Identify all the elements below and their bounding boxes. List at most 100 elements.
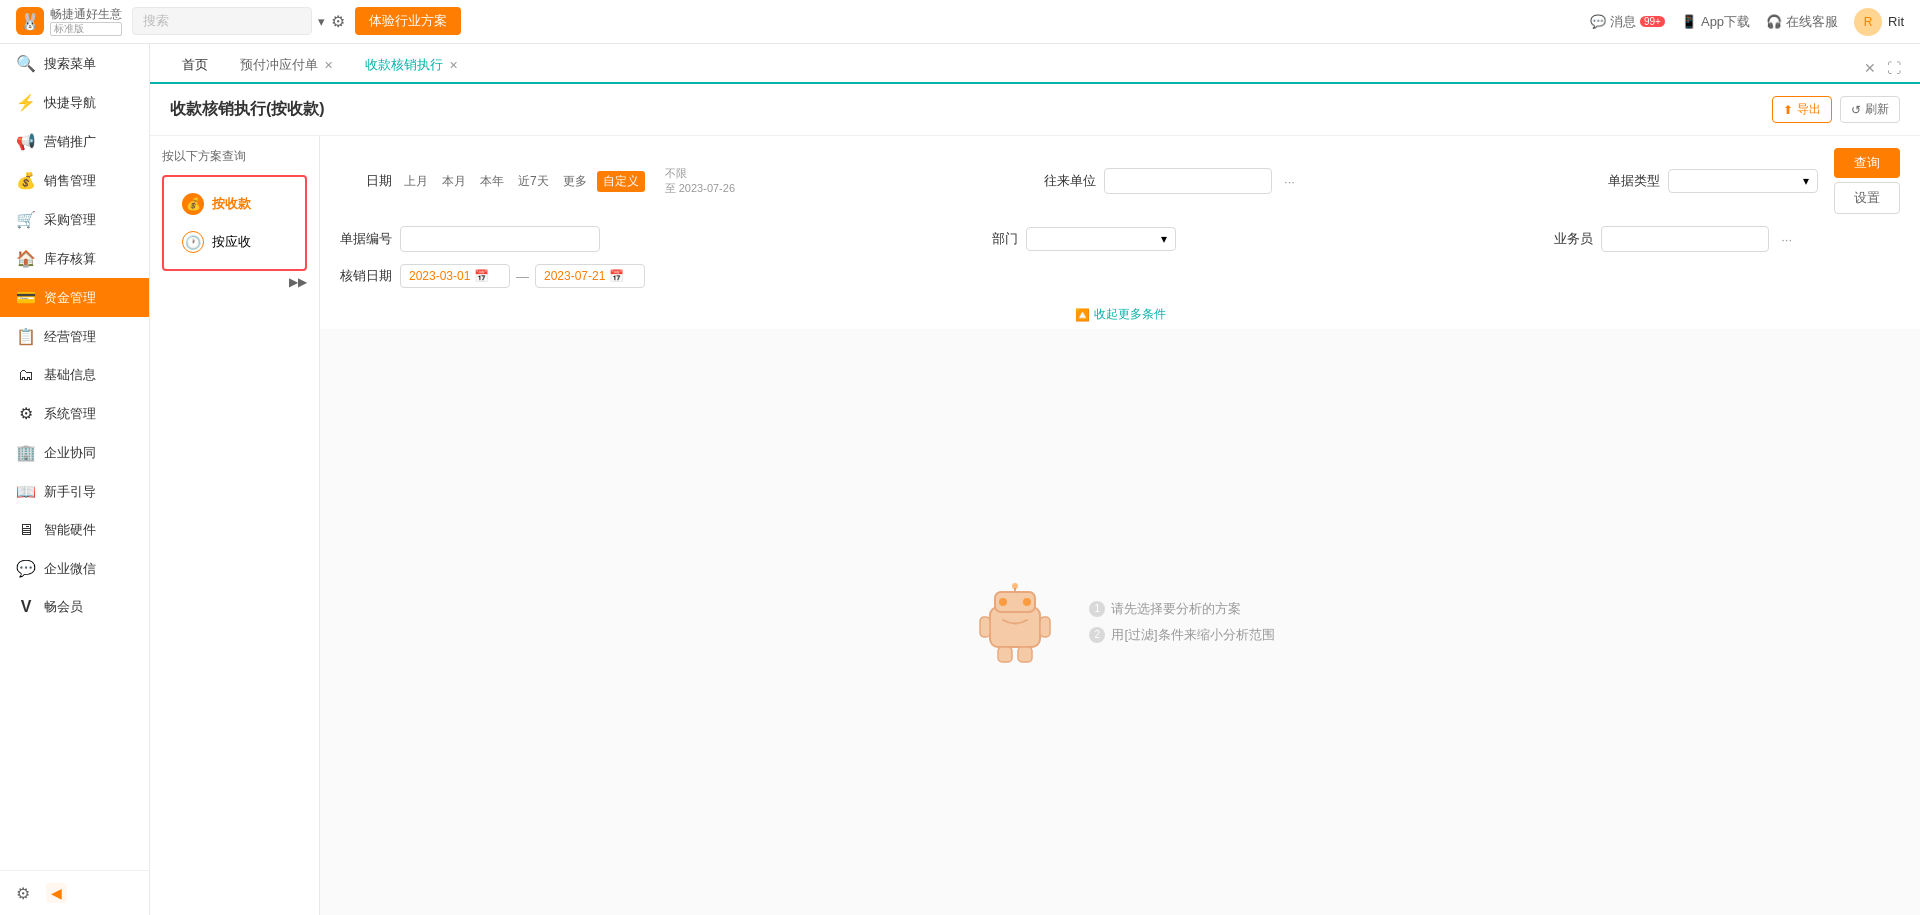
- filter-group-counterpart: 往来单位 ···: [1044, 168, 1299, 194]
- top-bar: 🐰 畅捷通好生意 标准版 搜索 ▾ ⚙ 体验行业方案 💬 消息 99+ 📱 Ap…: [0, 0, 1920, 44]
- sidebar-item-system[interactable]: ⚙ 系统管理: [0, 394, 149, 433]
- sidebar-item-management[interactable]: 📋 经营管理: [0, 317, 149, 356]
- query-btn-group: 查询 设置: [1834, 148, 1900, 214]
- guide-icon: 📖: [16, 482, 36, 501]
- search-input[interactable]: 搜索: [132, 7, 312, 35]
- settings-btn[interactable]: 设置: [1834, 182, 1900, 214]
- maximize-window-icon[interactable]: ⛶: [1884, 58, 1904, 78]
- page-actions: ⬆ 导出 ↺ 刷新: [1772, 96, 1900, 123]
- svg-point-3: [1023, 598, 1031, 606]
- top-bar-left: 🐰 畅捷通好生意 标准版 搜索 ▾ ⚙ 体验行业方案: [16, 7, 461, 35]
- marketing-icon: 📢: [16, 132, 36, 151]
- doctype-select[interactable]: ▾: [1668, 169, 1818, 193]
- finance-icon: 💳: [16, 288, 36, 307]
- docno-input[interactable]: [400, 226, 600, 252]
- sidebar-collapse-btn[interactable]: ◀: [46, 883, 67, 903]
- date-custom[interactable]: 自定义: [597, 171, 645, 192]
- calendar-end-icon: 📅: [609, 269, 624, 283]
- chevron-down-icon[interactable]: ▾: [318, 14, 325, 29]
- sidebar-item-search[interactable]: 🔍 搜索菜单: [0, 44, 149, 83]
- user-area: R Rit: [1854, 8, 1904, 36]
- staff-input[interactable]: [1601, 226, 1769, 252]
- panel-item-by-receipt[interactable]: 💰 按收款: [172, 185, 297, 223]
- filter-group-staff: 业务员 ···: [1541, 226, 1796, 252]
- sidebar-item-purchase[interactable]: 🛒 采购管理: [0, 200, 149, 239]
- sidebar-item-basic-info[interactable]: 🗂 基础信息: [0, 356, 149, 394]
- sidebar-settings-icon[interactable]: ⚙: [16, 884, 30, 903]
- date-last-month[interactable]: 上月: [400, 171, 432, 192]
- tab-controls: ✕ ⛶: [1860, 58, 1904, 82]
- sidebar: 🔍 搜索菜单 ⚡ 快捷导航 📢 营销推广 💰 销售管理 🛒 采购管理 🏠 库存核…: [0, 44, 150, 915]
- refresh-btn[interactable]: ↺ 刷新: [1840, 96, 1900, 123]
- content-area: 首页 预付冲应付单 ✕ 收款核销执行 ✕ ✕ ⛶ 收款核销执行(按收款) ⬆ 导…: [150, 44, 1920, 915]
- collapse-btn[interactable]: 🔼 收起更多条件: [340, 300, 1900, 329]
- dept-select[interactable]: ▾: [1026, 227, 1176, 251]
- sidebar-item-finance[interactable]: 💳 资金管理: [0, 278, 149, 317]
- date-this-year[interactable]: 本年: [476, 171, 508, 192]
- date-7days[interactable]: 近7天: [514, 171, 553, 192]
- tab-prepay-close[interactable]: ✕: [324, 59, 333, 72]
- verify-date-start[interactable]: 2023-03-01 📅: [400, 264, 510, 288]
- empty-tip-2: 2 用[过滤]条件来缩小分析范围: [1089, 622, 1274, 648]
- counterpart-dots[interactable]: ···: [1280, 174, 1299, 189]
- tab-payment-verify-close[interactable]: ✕: [449, 59, 458, 72]
- wechat-icon: 💬: [16, 559, 36, 578]
- collapse-up-icon: 🔼: [1075, 308, 1090, 322]
- app-download-btn[interactable]: 📱 App下载: [1681, 13, 1750, 31]
- dept-chevron-icon: ▾: [1161, 232, 1167, 246]
- filter-row-2: 单据编号 部门 ▾ 业务员: [340, 226, 1900, 264]
- svg-rect-8: [998, 647, 1012, 662]
- tab-home[interactable]: 首页: [166, 48, 224, 82]
- settings-gear-icon[interactable]: ⚙: [331, 12, 345, 31]
- logo-name: 畅捷通好生意: [50, 7, 122, 21]
- management-icon: 📋: [16, 327, 36, 346]
- sidebar-item-wechat[interactable]: 💬 企业微信: [0, 549, 149, 588]
- svg-point-2: [999, 598, 1007, 606]
- panel-item-by-receivable[interactable]: 🕐 按应收: [172, 223, 297, 261]
- sidebar-item-marketing[interactable]: 📢 营销推广: [0, 122, 149, 161]
- industry-btn[interactable]: 体验行业方案: [355, 7, 461, 35]
- user-name: Rit: [1888, 14, 1904, 29]
- tab-bar: 首页 预付冲应付单 ✕ 收款核销执行 ✕ ✕ ⛶: [150, 44, 1920, 84]
- sidebar-bottom: ⚙ ◀: [0, 870, 149, 915]
- search-area: 搜索 ▾ ⚙: [132, 7, 345, 35]
- tab-payment-verify[interactable]: 收款核销执行 ✕: [349, 48, 474, 84]
- top-right-area: 💬 消息 99+ 📱 App下载 🎧 在线客服 R Rit: [1590, 8, 1904, 36]
- sidebar-item-quick-nav[interactable]: ⚡ 快捷导航: [0, 83, 149, 122]
- date-this-month[interactable]: 本月: [438, 171, 470, 192]
- verify-date-end[interactable]: 2023-07-21 📅: [535, 264, 645, 288]
- sales-icon: 💰: [16, 171, 36, 190]
- sidebar-item-enterprise[interactable]: 🏢 企业协同: [0, 433, 149, 472]
- online-service-btn[interactable]: 🎧 在线客服: [1766, 13, 1838, 31]
- filter-group-verify-date: 核销日期 2023-03-01 📅 — 2023-07-21 📅: [340, 264, 645, 288]
- message-btn[interactable]: 💬 消息 99+: [1590, 13, 1665, 31]
- sidebar-item-sales[interactable]: 💰 销售管理: [0, 161, 149, 200]
- date-more[interactable]: 更多: [559, 171, 591, 192]
- tab-prepay[interactable]: 预付冲应付单 ✕: [224, 48, 349, 82]
- export-btn[interactable]: ⬆ 导出: [1772, 96, 1832, 123]
- system-icon: ⚙: [16, 404, 36, 423]
- download-icon: 📱: [1681, 14, 1697, 29]
- counterpart-input[interactable]: [1104, 168, 1272, 194]
- close-window-icon[interactable]: ✕: [1860, 58, 1880, 78]
- sidebar-item-guide[interactable]: 📖 新手引导: [0, 472, 149, 511]
- query-btn[interactable]: 查询: [1834, 148, 1900, 178]
- sidebar-item-member[interactable]: V 畅会员: [0, 588, 149, 626]
- basic-info-icon: 🗂: [16, 366, 36, 384]
- left-panel-title: 按以下方案查询: [162, 148, 307, 165]
- svg-rect-6: [980, 617, 990, 637]
- empty-tips: 1 请先选择要分析的方案 2 用[过滤]条件来缩小分析范围: [1089, 596, 1274, 648]
- filter-row-3: 核销日期 2023-03-01 📅 — 2023-07-21 📅: [340, 264, 1900, 300]
- staff-dots[interactable]: ···: [1777, 232, 1796, 247]
- verify-date-label: 核销日期: [340, 267, 392, 285]
- filter-panel-container: 按以下方案查询 💰 按收款 🕐 按应收 ▶▶: [150, 136, 1920, 915]
- hardware-icon: 🖥: [16, 521, 36, 539]
- sidebar-item-inventory[interactable]: 🏠 库存核算: [0, 239, 149, 278]
- app-logo: 🐰 畅捷通好生意 标准版: [16, 7, 122, 35]
- page-title: 收款核销执行(按收款): [170, 99, 325, 120]
- panel-collapse-arrow[interactable]: ▶▶: [289, 275, 307, 289]
- sidebar-item-hardware[interactable]: 🖥 智能硬件: [0, 511, 149, 549]
- filter-row-1: 日期 上月 本月 本年 近7天 更多 自定义 不限: [340, 148, 1900, 226]
- date-dash: —: [516, 269, 529, 284]
- counterpart-label: 往来单位: [1044, 172, 1096, 190]
